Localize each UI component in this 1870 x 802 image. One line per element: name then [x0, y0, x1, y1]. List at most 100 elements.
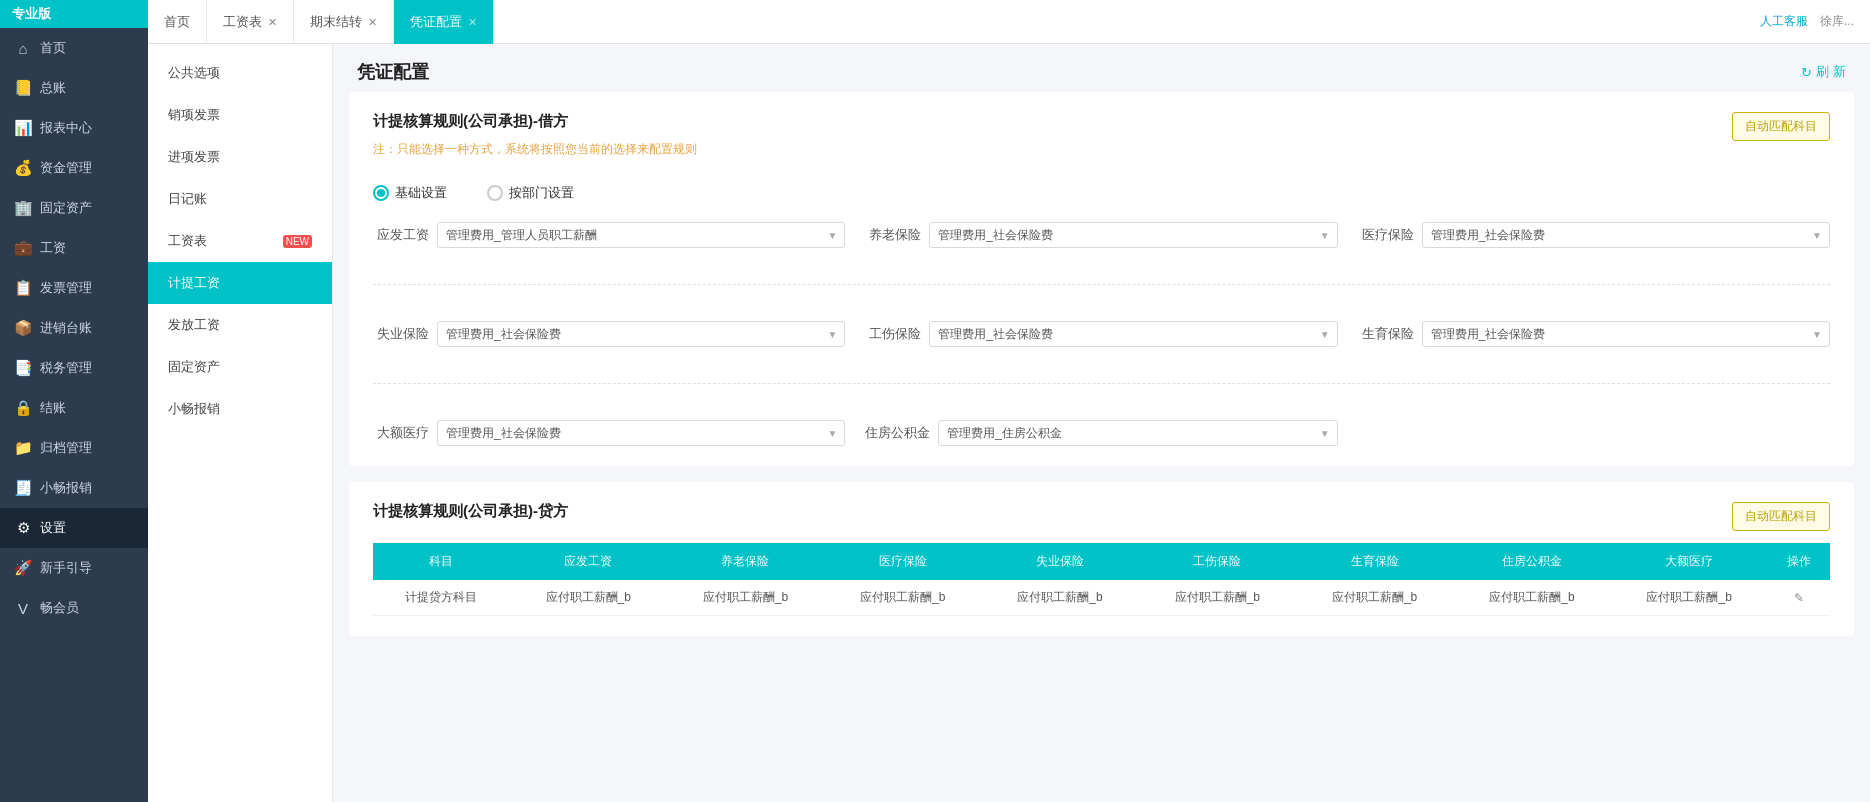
sub-nav: 公共选项销项发票进项发票日记账工资表 NEW 计提工资发放工资固定资产小畅报销: [148, 44, 333, 802]
guide-icon: 🚀: [14, 559, 32, 577]
debit-label-0-1: 养老保险: [865, 226, 921, 244]
debit-select-2-0[interactable]: 管理费用_社会保险费: [437, 420, 845, 446]
sub-nav-label-journal: 日记账: [168, 190, 207, 208]
sidebar-item-funds[interactable]: 💰资金管理: [0, 148, 148, 188]
sub-nav-item-sales_invoice[interactable]: 销项发票: [148, 94, 332, 136]
content-area: 凭证配置 ↻ 刷 新 计提核算规则(公司承担)-借方 注：只能选择一种方式，系统…: [333, 44, 1870, 802]
tab-close-voucher[interactable]: ✕: [468, 16, 477, 29]
sidebar-label-ledger: 总账: [40, 79, 66, 97]
sidebar-label-reports: 报表中心: [40, 119, 92, 137]
sidebar-item-home[interactable]: ⌂ 首页: [0, 28, 148, 68]
debit-select-1-1[interactable]: 管理费用_社会保险费: [929, 321, 1337, 347]
refresh-button[interactable]: ↻ 刷 新: [1801, 63, 1846, 81]
sidebar-item-guide[interactable]: 🚀 新手引导: [0, 548, 148, 588]
sidebar-item-ledger[interactable]: 📒总账: [0, 68, 148, 108]
tab-label-payroll: 工资表: [223, 13, 262, 31]
sub-nav-item-fixed_assets[interactable]: 固定资产: [148, 346, 332, 388]
sidebar-label-salary: 工资: [40, 239, 66, 257]
debit-select-0-2[interactable]: 管理费用_社会保险费: [1422, 222, 1830, 248]
sidebar-label-home: 首页: [40, 39, 66, 57]
debit-section-note: 注：只能选择一种方式，系统将按照您当前的选择来配置规则: [373, 141, 697, 158]
credit-cell-0-2: 应付职工薪酬_b: [824, 580, 981, 616]
topbar: 首页工资表✕期末结转✕凭证配置✕ 人工客服 徐库...: [148, 0, 1870, 44]
radio-basic[interactable]: 基础设置: [373, 184, 447, 202]
debit-field-1-1: 工伤保险管理费用_社会保险费▼: [865, 321, 1337, 347]
sub-nav-item-pay_salary[interactable]: 发放工资: [148, 304, 332, 346]
sub-nav-item-accrual[interactable]: 计提工资: [148, 262, 332, 304]
sidebar-label-member: 畅会员: [40, 599, 79, 617]
home-icon: ⌂: [14, 40, 32, 57]
credit-col-应发工资: 应发工资: [510, 543, 667, 580]
debit-field-2-1: 住房公积金管理费用_住房公积金▼: [865, 420, 1337, 446]
sidebar-item-member[interactable]: V畅会员: [0, 588, 148, 628]
debit-select-0-1[interactable]: 管理费用_社会保险费: [929, 222, 1337, 248]
tab-period[interactable]: 期末结转✕: [294, 0, 394, 44]
radio-group: 基础设置 按部门设置: [373, 184, 1830, 202]
debit-select-0-0[interactable]: 管理费用_管理人员职工薪酬: [437, 222, 845, 248]
page-title-bar: 凭证配置 ↻ 刷 新: [333, 44, 1870, 92]
debit-field-0-0: 应发工资管理费用_管理人员职工薪酬▼: [373, 222, 845, 248]
tab-close-period[interactable]: ✕: [368, 16, 377, 29]
sidebar-item-salary[interactable]: 💼工资: [0, 228, 148, 268]
sidebar-label-guide: 新手引导: [40, 559, 92, 577]
sidebar-item-invoice[interactable]: 📋发票管理: [0, 268, 148, 308]
sidebar-item-trade[interactable]: 📦进销台账: [0, 308, 148, 348]
credit-col-失业保险: 失业保险: [981, 543, 1138, 580]
sidebar-item-assets[interactable]: 🏢固定资产: [0, 188, 148, 228]
tab-home[interactable]: 首页: [148, 0, 207, 44]
credit-cell-0-1: 应付职工薪酬_b: [667, 580, 824, 616]
sidebar-item-reports[interactable]: 📊报表中心: [0, 108, 148, 148]
tab-label-home: 首页: [164, 13, 190, 31]
sidebar-item-tax[interactable]: 📑税务管理: [0, 348, 148, 388]
credit-section: 计提核算规则(公司承担)-贷方 自动匹配科目 科目应发工资养老保险医疗保险失业保…: [349, 482, 1854, 636]
credit-col-工伤保险: 工伤保险: [1139, 543, 1296, 580]
debit-select-2-1[interactable]: 管理费用_住房公积金: [938, 420, 1337, 446]
sidebar-label-settings: 设置: [40, 519, 66, 537]
sub-nav-label-payroll_table: 工资表: [168, 232, 207, 250]
debit-form-row-0: 应发工资管理费用_管理人员职工薪酬▼养老保险管理费用_社会保险费▼医疗保险管理费…: [373, 222, 1830, 248]
user-text[interactable]: 徐库...: [1820, 13, 1854, 30]
help-text[interactable]: 人工客服: [1760, 13, 1808, 30]
sub-nav-item-purchase_invoice[interactable]: 进项发票: [148, 136, 332, 178]
credit-section-header: 计提核算规则(公司承担)-贷方 自动匹配科目: [373, 502, 1830, 531]
sub-nav-label-sales_invoice: 销项发票: [168, 106, 220, 124]
debit-select-1-0[interactable]: 管理费用_社会保险费: [437, 321, 845, 347]
sub-nav-item-journal[interactable]: 日记账: [148, 178, 332, 220]
credit-auto-match-button[interactable]: 自动匹配科目: [1732, 502, 1830, 531]
debit-form-grid: 应发工资管理费用_管理人员职工薪酬▼养老保险管理费用_社会保险费▼医疗保险管理费…: [373, 222, 1830, 446]
debit-select-1-2[interactable]: 管理费用_社会保险费: [1422, 321, 1830, 347]
credit-col-医疗保险: 医疗保险: [824, 543, 981, 580]
credit-col-操作: 操作: [1768, 543, 1830, 580]
debit-form-row-1: 失业保险管理费用_社会保险费▼工伤保险管理费用_社会保险费▼生育保险管理费用_社…: [373, 321, 1830, 347]
sidebar-label-expense: 小畅报销: [40, 479, 92, 497]
credit-col-住房公积金: 住房公积金: [1453, 543, 1610, 580]
sidebar-item-archive[interactable]: 📁归档管理: [0, 428, 148, 468]
credit-action-0[interactable]: ✎: [1768, 580, 1830, 616]
credit-col-养老保险: 养老保险: [667, 543, 824, 580]
tab-close-payroll[interactable]: ✕: [268, 16, 277, 29]
sub-nav-item-payroll_table[interactable]: 工资表 NEW: [148, 220, 332, 262]
page-content: 公共选项销项发票进项发票日记账工资表 NEW 计提工资发放工资固定资产小畅报销 凭证…: [148, 44, 1870, 802]
debit-label-1-0: 失业保险: [373, 325, 429, 343]
sidebar-label-close: 结账: [40, 399, 66, 417]
credit-cell-0-6: 应付职工薪酬_b: [1453, 580, 1610, 616]
tab-label-voucher: 凭证配置: [410, 13, 462, 31]
sidebar-item-settings[interactable]: ⚙ 设置: [0, 508, 148, 548]
page-title: 凭证配置: [357, 60, 429, 84]
tab-voucher[interactable]: 凭证配置 ✕: [394, 0, 494, 44]
debit-section: 计提核算规则(公司承担)-借方 注：只能选择一种方式，系统将按照您当前的选择来配…: [349, 92, 1854, 466]
close-icon: 🔒: [14, 399, 32, 417]
radio-dept[interactable]: 按部门设置: [487, 184, 574, 202]
new-badge-payroll_table: NEW: [283, 235, 312, 248]
credit-table: 科目应发工资养老保险医疗保险失业保险工伤保险生育保险住房公积金大额医疗操作 计提…: [373, 543, 1830, 616]
sub-nav-item-petty[interactable]: 小畅报销: [148, 388, 332, 430]
sub-nav-item-public[interactable]: 公共选项: [148, 52, 332, 94]
debit-auto-match-button[interactable]: 自动匹配科目: [1732, 112, 1830, 141]
settings-icon: ⚙: [14, 519, 32, 537]
sidebar-item-expense[interactable]: 🧾小畅报销: [0, 468, 148, 508]
credit-cell-0-4: 应付职工薪酬_b: [1139, 580, 1296, 616]
credit-cell-0-0: 应付职工薪酬_b: [510, 580, 667, 616]
credit-cell-0-3: 应付职工薪酬_b: [981, 580, 1138, 616]
sidebar-item-close[interactable]: 🔒 结账: [0, 388, 148, 428]
tab-payroll[interactable]: 工资表 ✕: [207, 0, 294, 44]
